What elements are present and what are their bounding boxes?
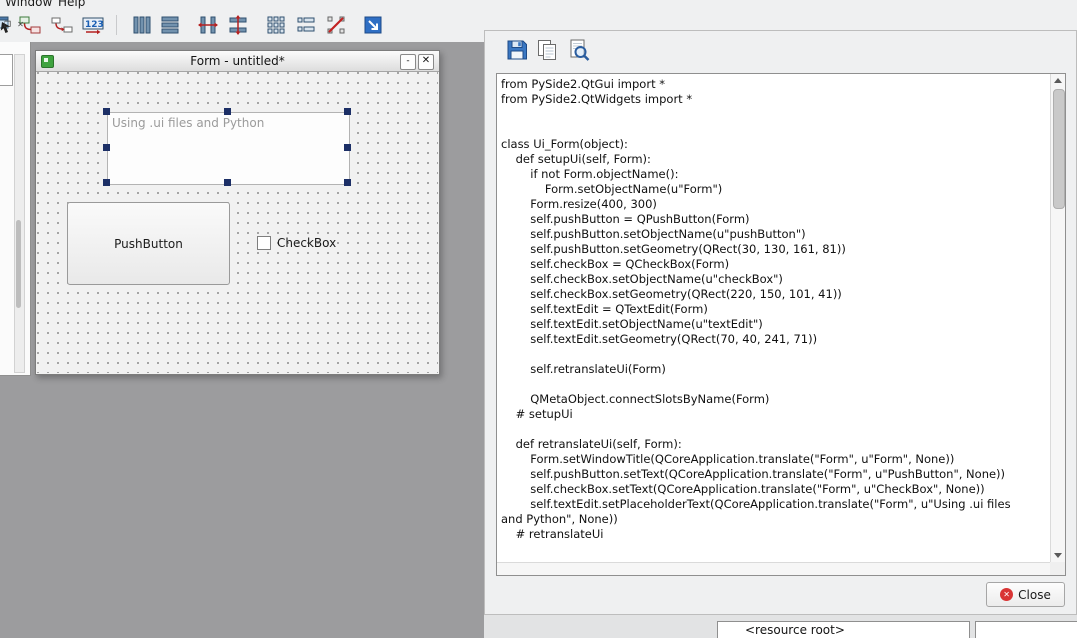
find-button[interactable] (566, 37, 592, 63)
edit-buddies-icon (51, 14, 73, 36)
layout-grid-icon (265, 14, 287, 36)
scrollbar-corner (1050, 562, 1065, 575)
textedit-widget[interactable]: Using .ui files and Python (107, 112, 350, 185)
code-vertical-scrollbar[interactable] (1050, 74, 1065, 562)
layout-vertical-splitter-button[interactable] (226, 13, 250, 37)
code-view[interactable]: from PySide2.QtGui import * from PySide2… (496, 73, 1066, 576)
layout-horizontal-splitter-icon (197, 14, 219, 36)
layout-horizontal-splitter-button[interactable] (196, 13, 220, 37)
checkbox-widget[interactable]: CheckBox (257, 222, 358, 263)
layout-vertical-splitter-icon (227, 14, 249, 36)
vertical-scrollbar-thumb[interactable] (1053, 89, 1065, 209)
layout-horizontal-button[interactable] (130, 13, 154, 37)
save-button[interactable] (504, 37, 530, 63)
textedit-placeholder: Using .ui files and Python (108, 113, 349, 133)
selection-handle-n[interactable] (224, 108, 231, 115)
close-button-label: Close (1018, 588, 1051, 602)
selection-handle-sw[interactable] (103, 179, 110, 186)
dock-scrollbar-thumb[interactable] (16, 220, 21, 308)
layout-grid-button[interactable] (264, 13, 288, 37)
layout-vertical-button[interactable] (158, 13, 182, 37)
main-toolbar: 123 (0, 9, 484, 43)
checkbox-indicator[interactable] (257, 236, 271, 250)
menu-help[interactable]: Help (58, 0, 85, 9)
up-arrow-icon (1054, 78, 1062, 83)
menu-window[interactable]: Window (5, 0, 52, 9)
code-text[interactable]: from PySide2.QtGui import * from PySide2… (497, 74, 1050, 562)
adjust-size-button[interactable] (361, 13, 385, 37)
widget-filter-input[interactable] (0, 54, 13, 86)
break-layout-button[interactable] (324, 13, 348, 37)
close-button[interactable]: ✕ Close (986, 582, 1065, 607)
toolbar-separator (116, 15, 117, 35)
edit-tab-order-icon: 123 (82, 14, 104, 36)
form-canvas[interactable]: Using .ui files and Python PushButton Ch… (37, 72, 438, 373)
copy-button[interactable] (534, 37, 560, 63)
menubar: Window Help (0, 0, 1077, 9)
scroll-up-button[interactable] (1051, 74, 1065, 87)
edit-buddies-button[interactable] (50, 13, 74, 37)
dock-close-button[interactable]: ✕ (15, 19, 26, 30)
scroll-down-button[interactable] (1051, 549, 1065, 562)
close-circle-icon: ✕ (1000, 588, 1013, 601)
code-preview-dialog: from PySide2.QtGui import * from PySide2… (484, 30, 1077, 615)
save-icon (505, 38, 529, 62)
down-arrow-icon (1054, 553, 1062, 558)
dock-scrollbar[interactable] (14, 54, 25, 373)
break-layout-icon (325, 14, 347, 36)
find-icon (567, 38, 591, 62)
selection-handle-w[interactable] (103, 144, 110, 151)
form-close-button[interactable]: ✕ (418, 54, 434, 70)
layout-form-icon (295, 14, 317, 36)
widget-box-dock (0, 42, 31, 376)
adjust-size-icon (362, 14, 384, 36)
layout-vertical-icon (159, 14, 181, 36)
copy-icon (535, 38, 559, 62)
tab-order-digits: 123 (85, 20, 104, 30)
form-minimize-button[interactable]: - (400, 54, 416, 70)
resource-panel-fragment (975, 621, 1077, 638)
selection-handle-s[interactable] (224, 179, 231, 186)
code-horizontal-scrollbar[interactable] (497, 562, 1050, 575)
form-window-title: Form - untitled* (36, 54, 439, 68)
resource-root-item[interactable]: <resource root> (717, 621, 970, 638)
checkbox-label: CheckBox (277, 236, 336, 250)
selection-handle-e[interactable] (344, 144, 351, 151)
selection-handle-ne[interactable] (344, 108, 351, 115)
layout-horizontal-icon (131, 14, 153, 36)
pushbutton-widget[interactable]: PushButton (67, 202, 230, 285)
form-designer-window: Form - untitled* - ✕ Using .ui files and… (35, 50, 440, 375)
qt-designer-screen: Window Help (0, 0, 1077, 638)
selection-handle-se[interactable] (344, 179, 351, 186)
dock-float-button[interactable]: ❐ (2, 19, 13, 30)
edit-tab-order-button[interactable]: 123 (81, 13, 105, 37)
layout-form-button[interactable] (294, 13, 318, 37)
ui-file-icon (41, 55, 54, 68)
selection-handle-nw[interactable] (103, 108, 110, 115)
form-window-titlebar[interactable]: Form - untitled* - ✕ (36, 51, 439, 72)
